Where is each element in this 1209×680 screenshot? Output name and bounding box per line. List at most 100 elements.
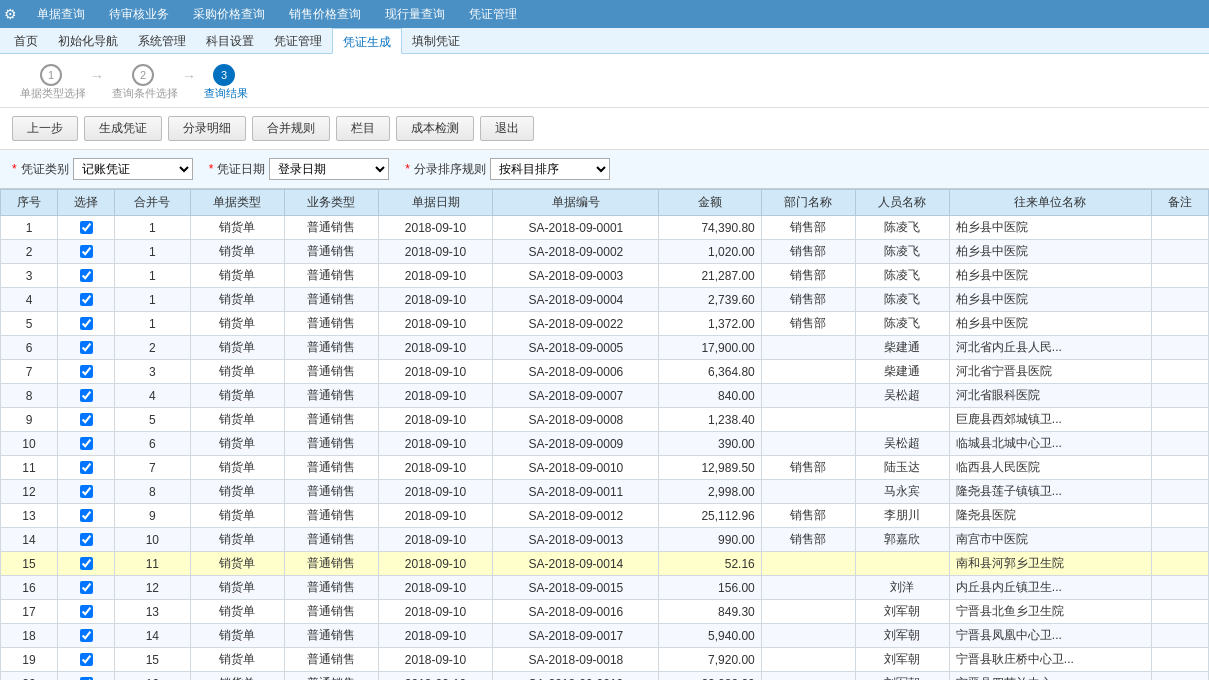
cell-check[interactable]: [58, 648, 115, 672]
table-row[interactable]: 5 1 销货单 普通销售 2018-09-10 SA-2018-09-0022 …: [1, 312, 1209, 336]
row-checkbox[interactable]: [80, 341, 93, 354]
voucher-type-select[interactable]: 记账凭证: [73, 158, 193, 180]
cell-date: 2018-09-10: [378, 552, 493, 576]
row-checkbox[interactable]: [80, 533, 93, 546]
gen-voucher-button[interactable]: 生成凭证: [84, 116, 162, 141]
table-row[interactable]: 2 1 销货单 普通销售 2018-09-10 SA-2018-09-0002 …: [1, 240, 1209, 264]
exit-button[interactable]: 退出: [480, 116, 534, 141]
table-row[interactable]: 8 4 销货单 普通销售 2018-09-10 SA-2018-09-0007 …: [1, 384, 1209, 408]
nav-init[interactable]: 初始化导航: [48, 28, 128, 54]
cell-doctype: 销货单: [190, 360, 284, 384]
nav-home[interactable]: 首页: [4, 28, 48, 54]
col-header-person: 人员名称: [855, 190, 949, 216]
cell-partner: 宁晋县四芝兰中心...: [949, 672, 1151, 681]
table-row[interactable]: 19 15 销货单 普通销售 2018-09-10 SA-2018-09-001…: [1, 648, 1209, 672]
row-checkbox[interactable]: [80, 389, 93, 402]
cell-check[interactable]: [58, 576, 115, 600]
cell-check[interactable]: [58, 528, 115, 552]
cell-check[interactable]: [58, 240, 115, 264]
row-checkbox[interactable]: [80, 581, 93, 594]
row-checkbox[interactable]: [80, 293, 93, 306]
row-checkbox[interactable]: [80, 485, 93, 498]
cell-seq: 12: [1, 480, 58, 504]
row-checkbox[interactable]: [80, 461, 93, 474]
nav-voucher-mgmt[interactable]: 凭证管理: [264, 28, 332, 54]
nav-fill-voucher[interactable]: 填制凭证: [402, 28, 470, 54]
cell-person: 刘军朝: [855, 600, 949, 624]
nav-subject[interactable]: 科目设置: [196, 28, 264, 54]
table-row[interactable]: 4 1 销货单 普通销售 2018-09-10 SA-2018-09-0004 …: [1, 288, 1209, 312]
nav-sys-mgmt[interactable]: 系统管理: [128, 28, 196, 54]
cell-biztype: 普通销售: [284, 432, 378, 456]
merge-rule-button[interactable]: 合并规则: [252, 116, 330, 141]
row-checkbox[interactable]: [80, 245, 93, 258]
row-checkbox[interactable]: [80, 653, 93, 666]
cell-check[interactable]: [58, 552, 115, 576]
cell-check[interactable]: [58, 216, 115, 240]
row-checkbox[interactable]: [80, 221, 93, 234]
cell-doctype: 销货单: [190, 384, 284, 408]
top-nav-sale-price[interactable]: 销售价格查询: [277, 0, 373, 28]
table-row[interactable]: 3 1 销货单 普通销售 2018-09-10 SA-2018-09-0003 …: [1, 264, 1209, 288]
cell-person: [855, 408, 949, 432]
cell-check[interactable]: [58, 600, 115, 624]
row-checkbox[interactable]: [80, 437, 93, 450]
cell-check[interactable]: [58, 288, 115, 312]
table-row[interactable]: 13 9 销货单 普通销售 2018-09-10 SA-2018-09-0012…: [1, 504, 1209, 528]
top-nav-voucher-mgmt[interactable]: 凭证管理: [457, 0, 529, 28]
table-row[interactable]: 10 6 销货单 普通销售 2018-09-10 SA-2018-09-0009…: [1, 432, 1209, 456]
top-nav-single-query[interactable]: 单据查询: [25, 0, 97, 28]
cost-check-button[interactable]: 成本检测: [396, 116, 474, 141]
top-nav-purchase-price[interactable]: 采购价格查询: [181, 0, 277, 28]
table-row[interactable]: 20 16 销货单 普通销售 2018-09-10 SA-2018-09-001…: [1, 672, 1209, 681]
top-nav-pending[interactable]: 待审核业务: [97, 0, 181, 28]
cell-check[interactable]: [58, 384, 115, 408]
cell-check[interactable]: [58, 504, 115, 528]
cell-check[interactable]: [58, 264, 115, 288]
cell-check[interactable]: [58, 480, 115, 504]
table-row[interactable]: 16 12 销货单 普通销售 2018-09-10 SA-2018-09-001…: [1, 576, 1209, 600]
prev-step-button[interactable]: 上一步: [12, 116, 78, 141]
cell-person: 陈凌飞: [855, 240, 949, 264]
cell-check[interactable]: [58, 624, 115, 648]
row-checkbox[interactable]: [80, 317, 93, 330]
row-checkbox[interactable]: [80, 365, 93, 378]
cell-check[interactable]: [58, 336, 115, 360]
step-1-circle: 1: [40, 64, 62, 86]
voucher-date-select[interactable]: 登录日期: [269, 158, 389, 180]
table-row[interactable]: 18 14 销货单 普通销售 2018-09-10 SA-2018-09-001…: [1, 624, 1209, 648]
row-checkbox[interactable]: [80, 629, 93, 642]
cell-seq: 14: [1, 528, 58, 552]
row-checkbox[interactable]: [80, 509, 93, 522]
row-checkbox[interactable]: [80, 269, 93, 282]
table-row[interactable]: 14 10 销货单 普通销售 2018-09-10 SA-2018-09-001…: [1, 528, 1209, 552]
form-row: * 凭证类别 记账凭证 * 凭证日期 登录日期 * 分录排序规则 按科目排序: [0, 150, 1209, 189]
table-row[interactable]: 12 8 销货单 普通销售 2018-09-10 SA-2018-09-0011…: [1, 480, 1209, 504]
row-checkbox[interactable]: [80, 413, 93, 426]
columns-button[interactable]: 栏目: [336, 116, 390, 141]
row-checkbox[interactable]: [80, 605, 93, 618]
table-row[interactable]: 15 11 销货单 普通销售 2018-09-10 SA-2018-09-001…: [1, 552, 1209, 576]
table-row[interactable]: 1 1 销货单 普通销售 2018-09-10 SA-2018-09-0001 …: [1, 216, 1209, 240]
cell-amount: 25,112.96: [659, 504, 761, 528]
cell-check[interactable]: [58, 360, 115, 384]
table-row[interactable]: 7 3 销货单 普通销售 2018-09-10 SA-2018-09-0006 …: [1, 360, 1209, 384]
sort-rule-select[interactable]: 按科目排序: [490, 158, 610, 180]
step-arrow-2: →: [182, 68, 196, 84]
table-row[interactable]: 6 2 销货单 普通销售 2018-09-10 SA-2018-09-0005 …: [1, 336, 1209, 360]
table-row[interactable]: 11 7 销货单 普通销售 2018-09-10 SA-2018-09-0010…: [1, 456, 1209, 480]
cell-docno: SA-2018-09-0022: [493, 312, 659, 336]
cell-merge: 12: [115, 576, 191, 600]
entry-detail-button[interactable]: 分录明细: [168, 116, 246, 141]
cell-seq: 8: [1, 384, 58, 408]
cell-check[interactable]: [58, 432, 115, 456]
nav-voucher-gen[interactable]: 凭证生成: [332, 28, 402, 54]
cell-check[interactable]: [58, 456, 115, 480]
row-checkbox[interactable]: [80, 557, 93, 570]
table-row[interactable]: 9 5 销货单 普通销售 2018-09-10 SA-2018-09-0008 …: [1, 408, 1209, 432]
table-row[interactable]: 17 13 销货单 普通销售 2018-09-10 SA-2018-09-001…: [1, 600, 1209, 624]
cell-check[interactable]: [58, 672, 115, 681]
top-nav-current-qty[interactable]: 现行量查询: [373, 0, 457, 28]
cell-check[interactable]: [58, 408, 115, 432]
cell-check[interactable]: [58, 312, 115, 336]
